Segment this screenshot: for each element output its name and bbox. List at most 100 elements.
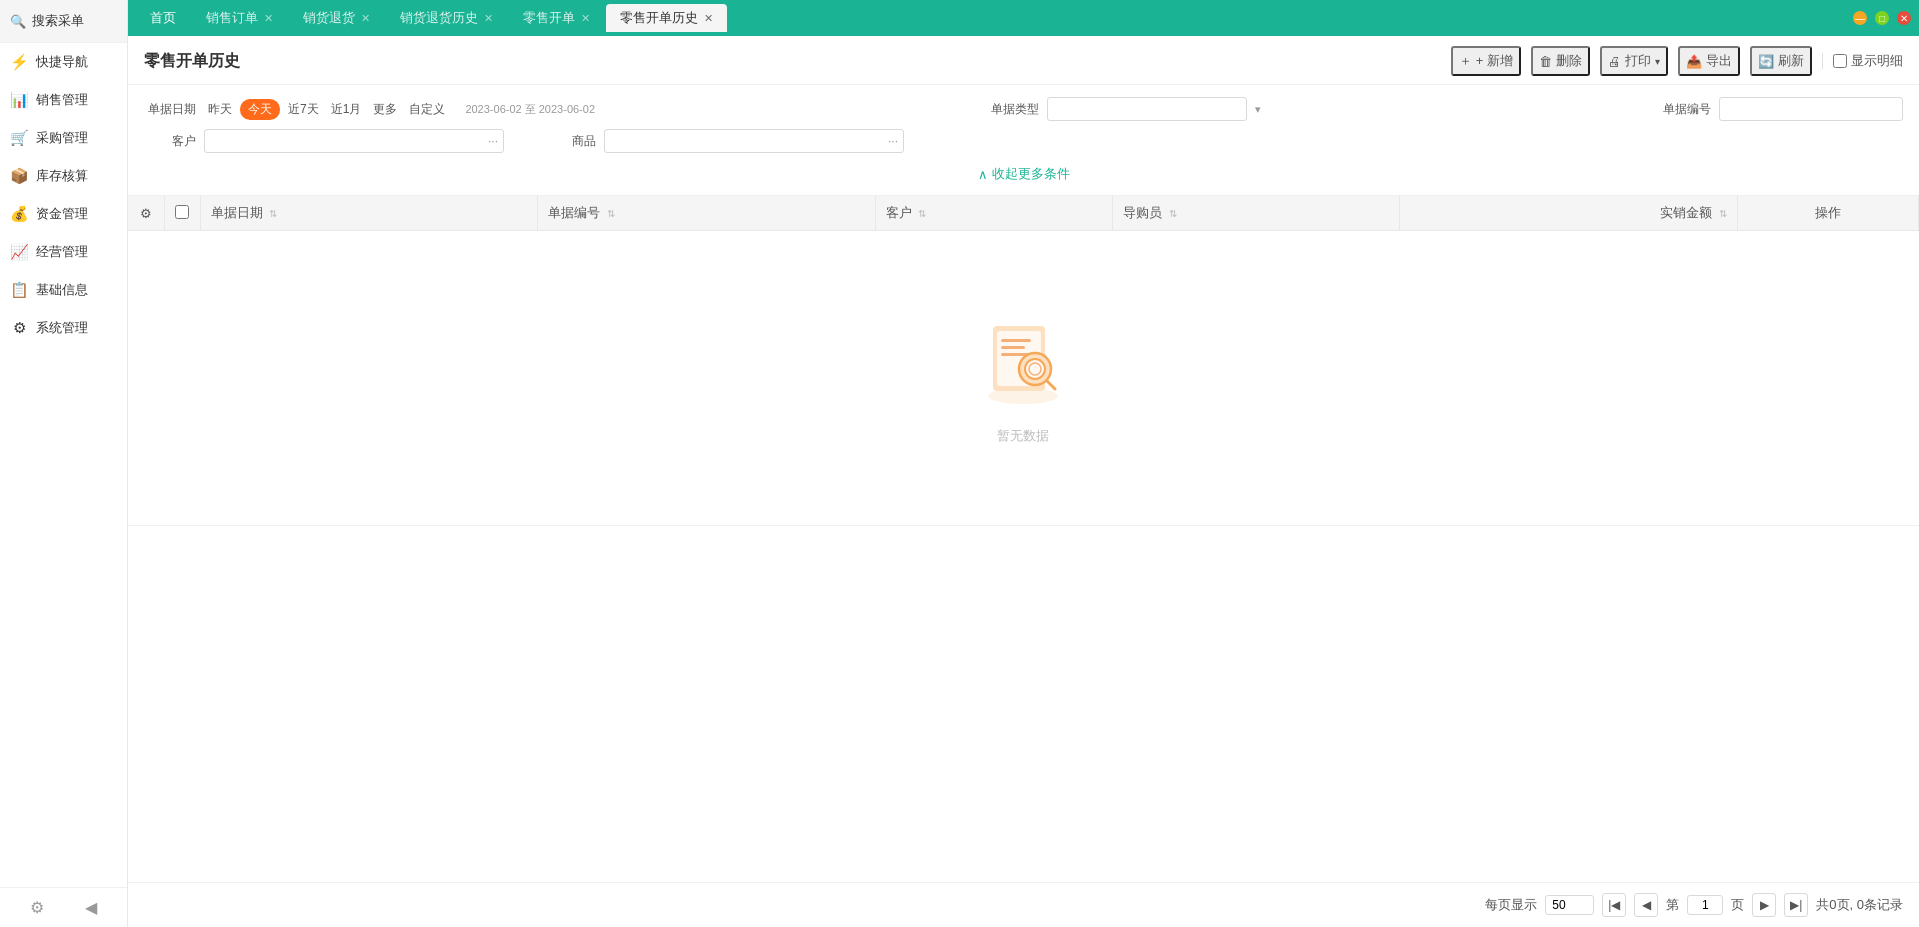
sidebar-item-label: 采购管理 bbox=[36, 129, 88, 147]
tab-retail-open-label: 零售开单 bbox=[523, 9, 575, 27]
th-settings[interactable]: ⚙ bbox=[128, 196, 164, 231]
shortcut-today[interactable]: 今天 bbox=[240, 99, 280, 120]
product-label: 商品 bbox=[544, 133, 604, 150]
customer-input-wrap: ··· bbox=[204, 129, 504, 153]
tab-retail-open[interactable]: 零售开单 ✕ bbox=[509, 4, 604, 32]
sidebar-item-system[interactable]: ⚙ 系统管理 bbox=[0, 309, 127, 347]
tab-sales-order-close[interactable]: ✕ bbox=[264, 12, 273, 25]
settings-footer-icon[interactable]: ⚙ bbox=[30, 898, 44, 917]
th-date[interactable]: 单据日期 ⇅ bbox=[200, 196, 538, 231]
th-guide[interactable]: 导购员 ⇅ bbox=[1112, 196, 1399, 231]
sort-guide-icon: ⇅ bbox=[1169, 208, 1177, 219]
sidebar-item-finance[interactable]: 💰 资金管理 bbox=[0, 195, 127, 233]
sidebar-item-purchase-mgmt[interactable]: 🛒 采购管理 bbox=[0, 119, 127, 157]
th-amount-label: 实销金额 bbox=[1660, 205, 1712, 220]
add-button[interactable]: ＋ + 新增 bbox=[1451, 46, 1521, 76]
close-button[interactable]: ✕ bbox=[1897, 11, 1911, 25]
main-content: 首页 销售订单 ✕ 销货退货 ✕ 销货退货历史 ✕ 零售开单 ✕ 零售开单历史 … bbox=[128, 0, 1919, 927]
customer-input[interactable] bbox=[204, 129, 504, 153]
sidebar-item-label: 基础信息 bbox=[36, 281, 88, 299]
sort-bill-no-icon: ⇅ bbox=[607, 208, 615, 219]
sidebar-item-basic-info[interactable]: 📋 基础信息 bbox=[0, 271, 127, 309]
add-label: + 新增 bbox=[1476, 52, 1513, 70]
bill-no-input[interactable] bbox=[1719, 97, 1903, 121]
sidebar-item-label: 系统管理 bbox=[36, 319, 88, 337]
search-icon: 🔍 bbox=[10, 14, 26, 29]
pagination: 每页显示 10 20 50 100 |◀ ◀ 第 页 ▶ ▶| 共0页, 0条记… bbox=[128, 882, 1919, 927]
tab-sales-return-close[interactable]: ✕ bbox=[361, 12, 370, 25]
purchase-mgmt-icon: 🛒 bbox=[10, 129, 28, 147]
inventory-icon: 📦 bbox=[10, 167, 28, 185]
shortcut-custom[interactable]: 自定义 bbox=[405, 99, 449, 120]
empty-illustration bbox=[973, 311, 1073, 411]
table-wrap: ⚙ 单据日期 ⇅ 单据编号 ⇅ bbox=[128, 196, 1919, 882]
collapse-bar[interactable]: ∧ 收起更多条件 bbox=[144, 161, 1903, 189]
print-button[interactable]: 🖨 打印 ▾ bbox=[1600, 46, 1668, 76]
sidebar-item-label: 库存核算 bbox=[36, 167, 88, 185]
bill-type-select[interactable] bbox=[1047, 97, 1247, 121]
print-label: 打印 bbox=[1625, 52, 1651, 70]
shortcut-last7[interactable]: 近7天 bbox=[284, 99, 323, 120]
sidebar-item-operations[interactable]: 📈 经营管理 bbox=[0, 233, 127, 271]
tab-retail-open-history-label: 零售开单历史 bbox=[620, 9, 698, 27]
sidebar-item-inventory[interactable]: 📦 库存核算 bbox=[0, 157, 127, 195]
tab-sales-return-history-close[interactable]: ✕ bbox=[484, 12, 493, 25]
sidebar-item-quick-nav[interactable]: ⚡ 快捷导航 bbox=[0, 43, 127, 81]
sort-date-icon: ⇅ bbox=[269, 208, 277, 219]
tab-sales-return[interactable]: 销货退货 ✕ bbox=[289, 4, 384, 32]
collapse-sidebar-icon[interactable]: ◀ bbox=[85, 898, 97, 917]
tab-retail-open-history-close[interactable]: ✕ bbox=[704, 12, 713, 25]
prev-page-button[interactable]: ◀ bbox=[1634, 893, 1658, 917]
delete-button[interactable]: 🗑 删除 bbox=[1531, 46, 1590, 76]
empty-state: 暂无数据 bbox=[128, 231, 1919, 525]
toolbar-divider bbox=[1822, 53, 1823, 69]
settings-icon: ⚙ bbox=[140, 206, 152, 221]
th-date-label: 单据日期 bbox=[211, 205, 263, 220]
th-guide-label: 导购员 bbox=[1123, 205, 1162, 220]
th-customer[interactable]: 客户 ⇅ bbox=[875, 196, 1112, 231]
refresh-button[interactable]: 🔄 刷新 bbox=[1750, 46, 1812, 76]
th-bill-no[interactable]: 单据编号 ⇅ bbox=[538, 196, 876, 231]
product-input[interactable] bbox=[604, 129, 904, 153]
sidebar-search-label: 搜索采单 bbox=[32, 12, 84, 30]
collapse-label: 收起更多条件 bbox=[992, 165, 1070, 183]
sidebar-item-label: 销售管理 bbox=[36, 91, 88, 109]
tab-sales-return-history[interactable]: 销货退货历史 ✕ bbox=[386, 4, 507, 32]
tab-retail-open-close[interactable]: ✕ bbox=[581, 12, 590, 25]
tab-sales-return-history-label: 销货退货历史 bbox=[400, 9, 478, 27]
per-page-select[interactable]: 10 20 50 100 bbox=[1545, 895, 1594, 915]
add-icon: ＋ bbox=[1459, 52, 1472, 70]
finance-icon: 💰 bbox=[10, 205, 28, 223]
tabs-bar: 首页 销售订单 ✕ 销货退货 ✕ 销货退货历史 ✕ 零售开单 ✕ 零售开单历史 … bbox=[128, 0, 1919, 36]
sidebar-item-label: 快捷导航 bbox=[36, 53, 88, 71]
display-cols-toggle[interactable]: 显示明细 bbox=[1833, 52, 1903, 70]
first-page-button[interactable]: |◀ bbox=[1602, 893, 1626, 917]
bill-no-input-wrap bbox=[1719, 97, 1903, 121]
export-button[interactable]: 📤 导出 bbox=[1678, 46, 1740, 76]
display-cols-checkbox[interactable] bbox=[1833, 54, 1847, 68]
bill-type-label: 单据类型 bbox=[987, 101, 1047, 118]
per-page-label: 每页显示 bbox=[1485, 896, 1537, 914]
sidebar-item-label: 经营管理 bbox=[36, 243, 88, 261]
th-actions: 操作 bbox=[1737, 196, 1918, 231]
filter-row-1: 单据日期 昨天 今天 近7天 近1月 更多 自定义 2023-06-02 至 2… bbox=[144, 97, 1903, 121]
th-customer-label: 客户 bbox=[886, 205, 912, 220]
th-amount[interactable]: 实销金额 ⇅ bbox=[1400, 196, 1738, 231]
maximize-button[interactable]: □ bbox=[1875, 11, 1889, 25]
shortcut-last-month[interactable]: 近1月 bbox=[327, 99, 366, 120]
shortcut-yesterday[interactable]: 昨天 bbox=[204, 99, 236, 120]
content-area: 零售开单历史 ＋ + 新增 🗑 删除 🖨 打印 ▾ 📤 导出 bbox=[128, 36, 1919, 927]
th-checkbox[interactable] bbox=[164, 196, 200, 231]
shortcut-more[interactable]: 更多 bbox=[369, 99, 401, 120]
last-page-button[interactable]: ▶| bbox=[1784, 893, 1808, 917]
tab-sales-order[interactable]: 销售订单 ✕ bbox=[192, 4, 287, 32]
minimize-button[interactable]: — bbox=[1853, 11, 1867, 25]
customer-label: 客户 bbox=[144, 133, 204, 150]
page-input[interactable] bbox=[1687, 895, 1723, 915]
tab-home[interactable]: 首页 bbox=[136, 4, 190, 32]
tab-retail-open-history[interactable]: 零售开单历史 ✕ bbox=[606, 4, 727, 32]
select-all-checkbox[interactable] bbox=[175, 205, 189, 219]
sidebar-search[interactable]: 🔍 搜索采单 bbox=[0, 0, 127, 43]
sidebar-item-sales-mgmt[interactable]: 📊 销售管理 bbox=[0, 81, 127, 119]
next-page-button[interactable]: ▶ bbox=[1752, 893, 1776, 917]
